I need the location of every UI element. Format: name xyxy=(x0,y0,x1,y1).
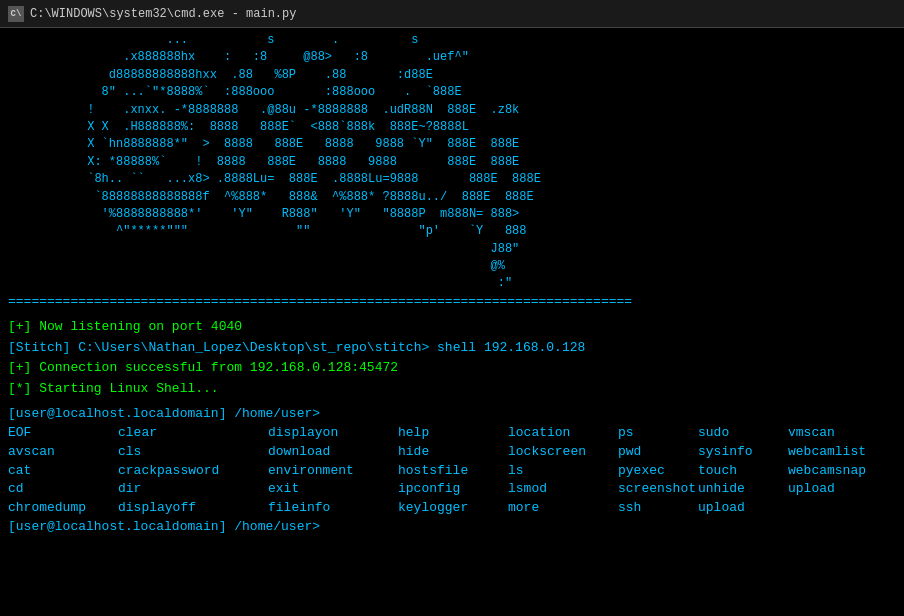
command-cell xyxy=(788,499,878,518)
command-cell: fileinfo xyxy=(268,499,398,518)
command-row: cddirexitipconfiglsmodscreenshotunhideup… xyxy=(8,480,896,499)
command-cell: ls xyxy=(508,462,618,481)
command-cell: location xyxy=(508,424,618,443)
command-cell: unhide xyxy=(698,480,788,499)
command-cell: EOF xyxy=(8,424,118,443)
command-cell: lsmod xyxy=(508,480,618,499)
separator-top: ========================================… xyxy=(8,293,896,312)
command-cell: crackpassword xyxy=(118,462,268,481)
command-cell: displayon xyxy=(268,424,398,443)
command-cell: hide xyxy=(398,443,508,462)
cmd-icon: C\ xyxy=(8,6,24,22)
command-cell: help xyxy=(398,424,508,443)
commands-list: EOFcleardisplayonhelplocationpssudovmsca… xyxy=(8,424,896,518)
command-cell: cat xyxy=(8,462,118,481)
command-cell: ipconfig xyxy=(398,480,508,499)
command-cell: chromedump xyxy=(8,499,118,518)
command-cell: avscan xyxy=(8,443,118,462)
command-row: catcrackpasswordenvironmenthostsfilelspy… xyxy=(8,462,896,481)
command-cell: upload xyxy=(788,480,878,499)
command-cell: webcamsnap xyxy=(788,462,878,481)
command-cell: upload xyxy=(698,499,788,518)
command-cell: webcamlist xyxy=(788,443,878,462)
ascii-art: ... s . s .x888888hx : :8 @88> :8 .uef^"… xyxy=(8,32,896,293)
prompt-line-2: [user@localhost.localdomain] /home/user> xyxy=(8,518,896,537)
command-cell: environment xyxy=(268,462,398,481)
title-bar: C\ C:\WINDOWS\system32\cmd.exe - main.py xyxy=(0,0,904,28)
command-cell: download xyxy=(268,443,398,462)
stitch-command: [Stitch] C:\Users\Nathan_Lopez\Desktop\s… xyxy=(8,339,896,358)
listening-message: [+] Now listening on port 4040 xyxy=(8,318,896,337)
command-cell: sudo xyxy=(698,424,788,443)
terminal-area[interactable]: ... s . s .x888888hx : :8 @88> :8 .uef^"… xyxy=(0,28,904,616)
command-cell: sysinfo xyxy=(698,443,788,462)
command-cell: pwd xyxy=(618,443,698,462)
command-cell: touch xyxy=(698,462,788,481)
command-cell: more xyxy=(508,499,618,518)
command-cell: ssh xyxy=(618,499,698,518)
command-cell: keylogger xyxy=(398,499,508,518)
command-row: avscanclsdownloadhidelockscreenpwdsysinf… xyxy=(8,443,896,462)
command-row: EOFcleardisplayonhelplocationpssudovmsca… xyxy=(8,424,896,443)
connection-message: [+] Connection successful from 192.168.0… xyxy=(8,359,896,378)
command-cell: clear xyxy=(118,424,268,443)
command-cell: screenshot xyxy=(618,480,698,499)
command-cell: ps xyxy=(618,424,698,443)
command-cell: pyexec xyxy=(618,462,698,481)
command-row: chromedumpdisplayofffileinfokeyloggermor… xyxy=(8,499,896,518)
command-cell: displayoff xyxy=(118,499,268,518)
window-title: C:\WINDOWS\system32\cmd.exe - main.py xyxy=(30,7,296,21)
command-cell: dir xyxy=(118,480,268,499)
command-cell: exit xyxy=(268,480,398,499)
command-cell: hostsfile xyxy=(398,462,508,481)
shell-start-message: [*] Starting Linux Shell... xyxy=(8,380,896,399)
command-cell: cls xyxy=(118,443,268,462)
prompt-line-1: [user@localhost.localdomain] /home/user> xyxy=(8,405,896,424)
command-cell: lockscreen xyxy=(508,443,618,462)
command-cell: vmscan xyxy=(788,424,878,443)
command-cell: cd xyxy=(8,480,118,499)
